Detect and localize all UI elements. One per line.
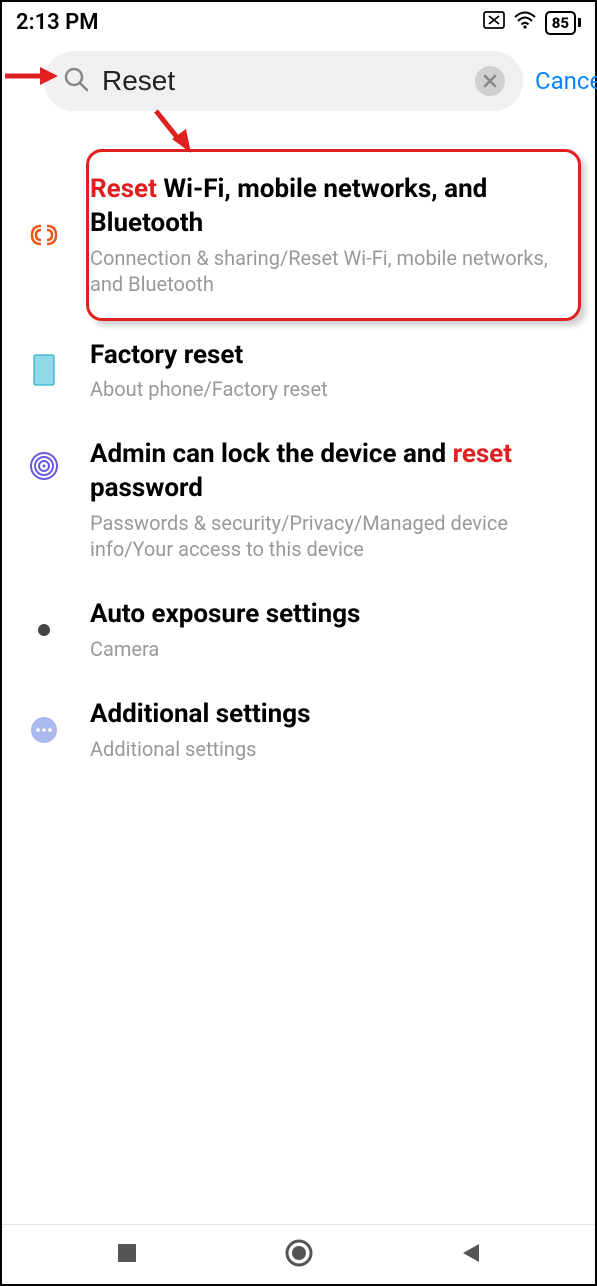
connection-sharing-icon [26, 217, 62, 253]
about-phone-icon [26, 352, 62, 388]
sim-disabled-icon [483, 10, 505, 35]
result-reset-wifi[interactable]: Reset Wi-Fi, mobile networks, and Blueto… [2, 149, 595, 321]
result-title: Admin can lock the device and reset pass… [90, 438, 571, 506]
camera-dot-icon [26, 612, 62, 648]
navigation-bar [2, 1224, 595, 1284]
result-subtitle: Camera [90, 636, 571, 662]
status-right: 85 [483, 10, 581, 35]
nav-recents-button[interactable] [115, 1241, 139, 1269]
additional-settings-icon [26, 712, 62, 748]
status-bar: 2:13 PM 85 [2, 2, 595, 39]
wifi-icon [513, 10, 537, 35]
result-subtitle: Passwords & security/Privacy/Managed dev… [90, 510, 571, 562]
result-factory-reset[interactable]: Factory reset About phone/Factory reset [2, 321, 595, 421]
battery-level: 85 [545, 11, 576, 35]
nav-home-button[interactable] [284, 1238, 314, 1272]
security-icon [26, 448, 62, 484]
result-title: Factory reset [90, 339, 571, 373]
battery-icon: 85 [545, 11, 581, 35]
result-subtitle: About phone/Factory reset [90, 376, 571, 402]
result-additional-settings[interactable]: Additional settings Additional settings [2, 680, 595, 780]
result-title: Auto exposure settings [90, 598, 571, 632]
result-admin-lock[interactable]: Admin can lock the device and reset pass… [2, 420, 595, 580]
result-subtitle: Additional settings [90, 736, 571, 762]
result-title: Reset Wi-Fi, mobile networks, and Blueto… [90, 173, 571, 241]
search-input[interactable] [102, 65, 463, 97]
result-auto-exposure[interactable]: Auto exposure settings Camera [2, 580, 595, 680]
status-time: 2:13 PM [16, 10, 99, 35]
search-icon [62, 65, 90, 97]
search-results-list: Reset Wi-Fi, mobile networks, and Blueto… [2, 121, 595, 780]
cancel-button[interactable]: Cancel [535, 67, 597, 95]
clear-search-button[interactable] [475, 66, 505, 96]
search-box[interactable] [44, 51, 523, 111]
nav-back-button[interactable] [459, 1241, 483, 1269]
result-subtitle: Connection & sharing/Reset Wi-Fi, mobile… [90, 245, 571, 297]
search-row: Cancel [2, 39, 595, 121]
result-title: Additional settings [90, 698, 571, 732]
